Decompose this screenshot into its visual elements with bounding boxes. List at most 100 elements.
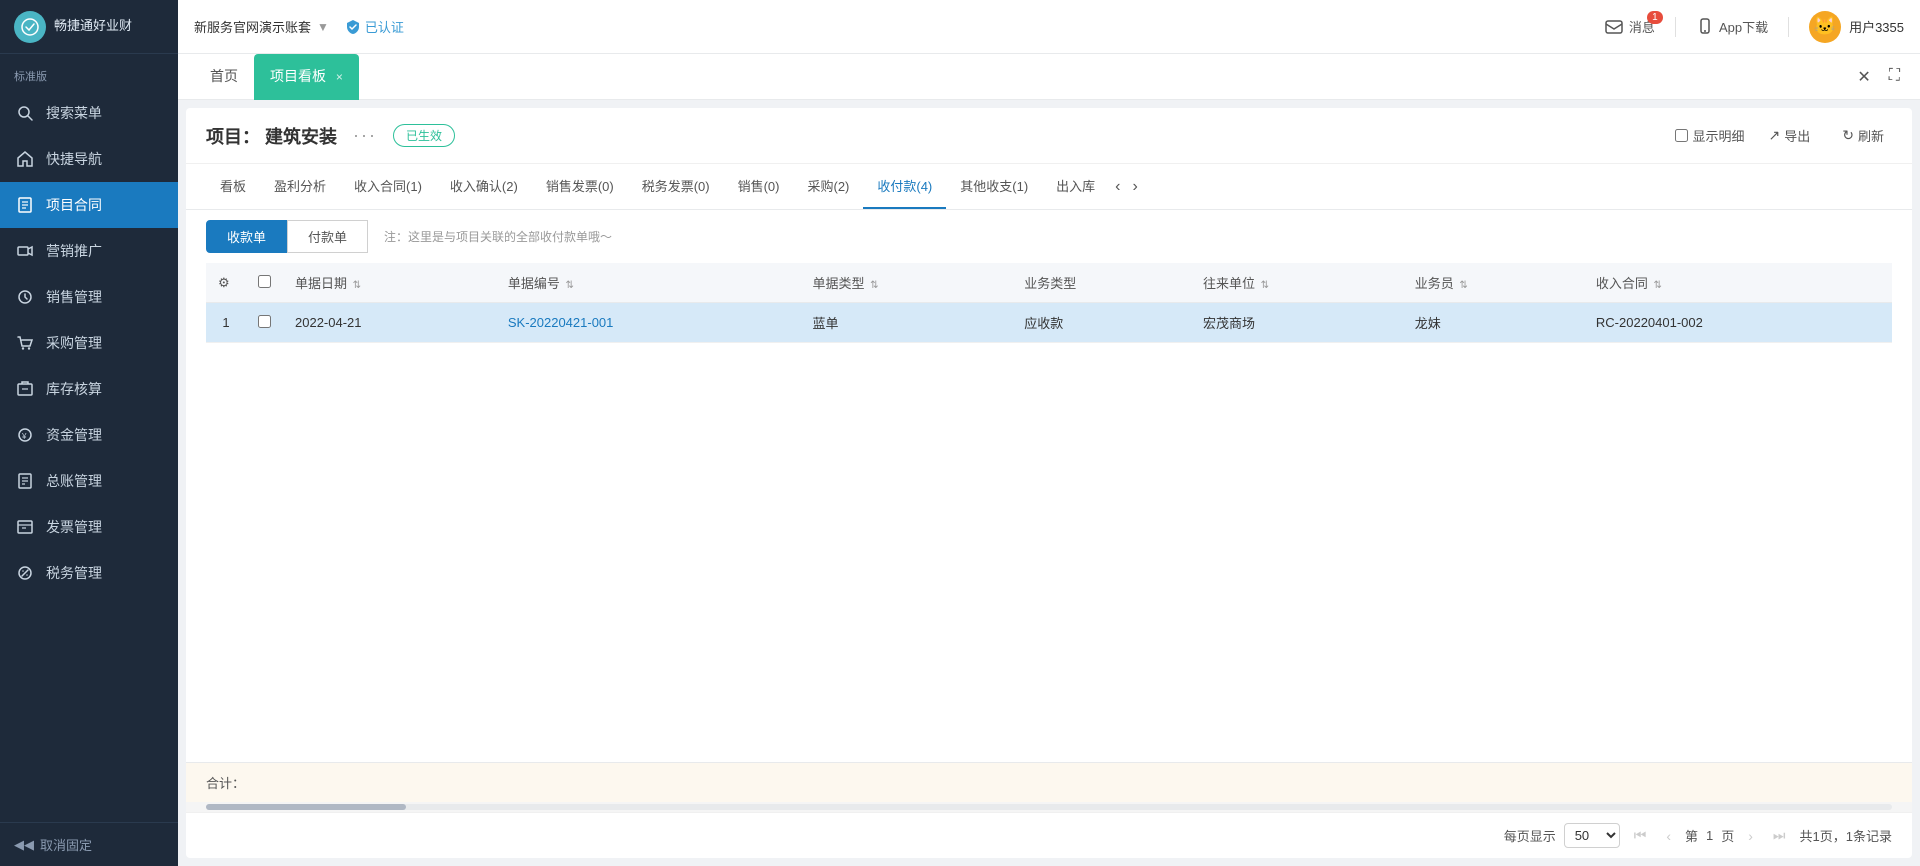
sidebar-item-quicknav[interactable]: 快捷导航	[0, 136, 178, 182]
sidebar-item-ledger[interactable]: 总账管理	[0, 458, 178, 504]
tab-toggle: 收款单 付款单 注：这里是与项目关联的全部收付款单哦～	[186, 210, 1912, 263]
app-download-button[interactable]: App下载	[1696, 17, 1768, 36]
table-row[interactable]: 1 2022-04-21 SK-20220421-001 蓝单 应收款 宏茂商场…	[206, 303, 1892, 343]
subnav-inout[interactable]: 出入库	[1042, 164, 1109, 209]
per-page-select[interactable]: 50 100 200	[1564, 823, 1620, 848]
th-type[interactable]: 单据类型 ⇅	[801, 263, 1013, 303]
subnav-tax-invoice[interactable]: 税务发票(0)	[628, 164, 724, 209]
message-badge: 1	[1647, 11, 1663, 24]
sidebar-invoice-label: 发票管理	[46, 517, 102, 537]
project-title: 项目： 建筑安装	[206, 123, 337, 149]
sidebar-item-contract[interactable]: 项目合同	[0, 182, 178, 228]
shield-icon	[345, 19, 361, 35]
svg-text:¥: ¥	[21, 432, 27, 441]
refresh-label: 刷新	[1858, 126, 1884, 145]
sidebar-item-marketing[interactable]: 营销推广	[0, 228, 178, 274]
tab-project-board[interactable]: 项目看板 ×	[254, 54, 359, 100]
app-name: 畅捷通好业财	[54, 18, 132, 35]
tabs-bar: 首页 项目看板 × ✕ ⛶	[178, 54, 1920, 100]
sidebar-item-invoice[interactable]: 发票管理	[0, 504, 178, 550]
sidebar-tax-label: 税务管理	[46, 563, 102, 583]
per-page-label: 每页显示	[1504, 826, 1556, 845]
row-date: 2022-04-21	[283, 303, 496, 343]
message-button[interactable]: 1 消息	[1604, 17, 1655, 37]
project-header: 项目： 建筑安装 ··· 已生效 显示明细 ↗ 导出 ↻ 刷新	[186, 108, 1912, 164]
invoice-icon	[14, 516, 36, 538]
tax-icon	[14, 562, 36, 584]
toggle-note: 注：这里是与项目关联的全部收付款单哦～	[384, 228, 612, 245]
maximize-window-icon[interactable]: ⛶	[1885, 63, 1904, 91]
subnav-income-confirm[interactable]: 收入确认(2)	[436, 164, 532, 209]
subnav-kanban[interactable]: 看板	[206, 164, 260, 209]
home-icon	[14, 148, 36, 170]
sidebar-item-search[interactable]: 搜索菜单	[0, 90, 178, 136]
first-page-button[interactable]: ⏮	[1628, 824, 1653, 847]
user-menu[interactable]: 🐱 用户3355	[1809, 11, 1904, 43]
finance-icon: ¥	[14, 424, 36, 446]
app-download-label: App下载	[1719, 17, 1768, 36]
row-checkbox-cell	[246, 303, 283, 343]
subnav-prev-icon[interactable]: ‹	[1109, 170, 1126, 204]
row-number-cell: SK-20220421-001	[496, 303, 801, 343]
tab-home[interactable]: 首页	[194, 54, 254, 100]
edition-label: 标准版	[0, 68, 178, 90]
account-selector[interactable]: 新服务官网演示账套 ▼	[194, 17, 329, 36]
main-area: 新服务官网演示账套 ▼ 已认证 1 消息	[178, 0, 1920, 866]
th-partner[interactable]: 往来单位 ⇅	[1191, 263, 1403, 303]
subnav-income-contract[interactable]: 收入合同(1)	[340, 164, 436, 209]
phone-icon	[1696, 18, 1714, 36]
row-number-link[interactable]: SK-20220421-001	[508, 315, 614, 330]
message-icon	[1604, 17, 1624, 37]
header-right: 1 消息 App下载 🐱 用户3355	[1604, 11, 1904, 43]
sidebar-item-inventory[interactable]: 库存核算	[0, 366, 178, 412]
subnav-purchase[interactable]: 采购(2)	[793, 164, 863, 209]
scrollbar-track	[206, 804, 1892, 810]
project-status: 已生效	[393, 124, 455, 147]
pagination: 每页显示 50 100 200 ⏮ ‹ 第 1 页 › ⏭ 共1页，1条记录	[186, 812, 1912, 858]
select-all-checkbox[interactable]	[258, 275, 271, 288]
close-window-icon[interactable]: ✕	[1853, 63, 1874, 91]
th-contract[interactable]: 收入合同 ⇅	[1584, 263, 1892, 303]
sidebar-item-sales[interactable]: 销售管理	[0, 274, 178, 320]
purchase-icon	[14, 332, 36, 354]
scrollbar-thumb[interactable]	[206, 804, 406, 810]
prev-page-button[interactable]: ‹	[1660, 825, 1677, 847]
sidebar-logo: 畅捷通好业财	[0, 0, 178, 54]
sidebar-contract-label: 项目合同	[46, 195, 102, 215]
sidebar-item-tax[interactable]: 税务管理	[0, 550, 178, 596]
tab-close-icon[interactable]: ×	[336, 70, 343, 84]
certified-badge: 已认证	[345, 17, 404, 36]
th-salesman[interactable]: 业务员 ⇅	[1403, 263, 1584, 303]
subnav-other[interactable]: 其他收支(1)	[946, 164, 1042, 209]
next-page-button[interactable]: ›	[1742, 825, 1759, 847]
sidebar-quicknav-label: 快捷导航	[46, 149, 102, 169]
subnav-next-icon[interactable]: ›	[1127, 170, 1144, 204]
project-actions-menu[interactable]: ···	[353, 125, 377, 146]
project-name: 建筑安装	[265, 127, 337, 147]
subnav-sales[interactable]: 销售(0)	[724, 164, 794, 209]
th-settings[interactable]: ⚙	[206, 263, 246, 303]
last-page-button[interactable]: ⏭	[1767, 824, 1792, 847]
subnav-payment[interactable]: 收付款(4)	[863, 164, 946, 209]
sidebar-item-finance[interactable]: ¥ 资金管理	[0, 412, 178, 458]
export-button[interactable]: ↗ 导出	[1761, 122, 1819, 149]
ledger-icon	[14, 470, 36, 492]
row-checkbox[interactable]	[258, 315, 271, 328]
refresh-button[interactable]: ↻ 刷新	[1834, 122, 1892, 149]
toggle-receipt[interactable]: 收款单	[206, 220, 287, 253]
th-date[interactable]: 单据日期 ⇅	[283, 263, 496, 303]
page-content: 项目： 建筑安装 ··· 已生效 显示明细 ↗ 导出 ↻ 刷新	[186, 108, 1912, 858]
subnav-sales-invoice[interactable]: 销售发票(0)	[532, 164, 628, 209]
th-number[interactable]: 单据编号 ⇅	[496, 263, 801, 303]
show-detail-checkbox[interactable]: 显示明细	[1675, 126, 1744, 145]
table-container: ⚙ 单据日期 ⇅ 单据编号 ⇅ 单据类型 ⇅ 业务类型 往来单位 ⇅ 业务员 ⇅…	[186, 263, 1912, 762]
sidebar-item-purchase[interactable]: 采购管理	[0, 320, 178, 366]
toggle-payment[interactable]: 付款单	[287, 220, 368, 253]
app-header: 新服务官网演示账套 ▼ 已认证 1 消息	[178, 0, 1920, 54]
subnav-profit[interactable]: 盈利分析	[260, 164, 340, 209]
sidebar-unpin[interactable]: ◀◀ 取消固定	[0, 822, 178, 866]
show-detail-input[interactable]	[1675, 129, 1688, 142]
horizontal-scrollbar[interactable]	[186, 802, 1912, 812]
sidebar-finance-label: 资金管理	[46, 425, 102, 445]
page-unit: 页	[1721, 826, 1734, 845]
